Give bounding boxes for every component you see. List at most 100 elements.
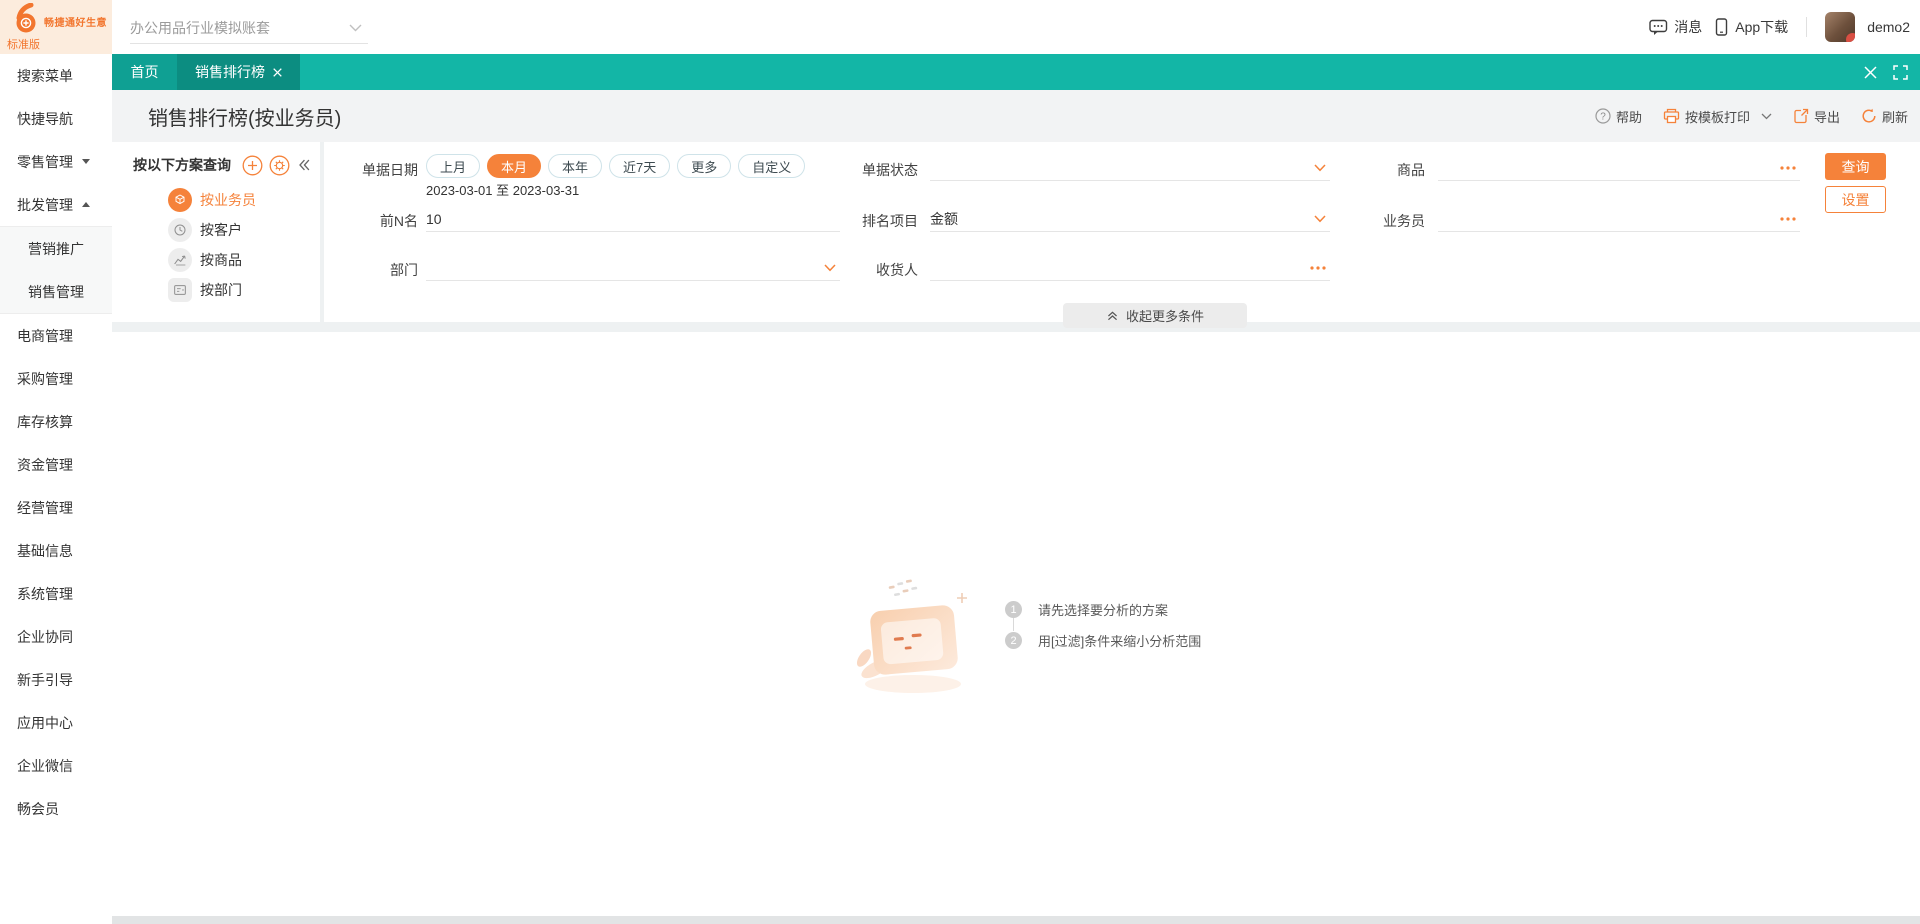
sidebar-item-label: 批发管理 [17, 196, 73, 213]
double-chevron-up-icon [1108, 311, 1117, 320]
department-label: 部门 [390, 262, 418, 278]
sidebar-item-label: 零售管理 [17, 153, 73, 170]
tab-home[interactable]: 首页 [112, 54, 177, 90]
sidebar-item-app-center[interactable]: 应用中心 [0, 701, 112, 744]
date-pill-group: 上月 本月 本年 近7天 更多 自定义 [426, 154, 806, 178]
collapse-more-conditions[interactable]: 收起更多条件 [1063, 303, 1247, 328]
sidebar-item-basic-info[interactable]: 基础信息 [0, 529, 112, 572]
pill-this-year[interactable]: 本年 [548, 154, 603, 178]
refresh-label: 刷新 [1881, 109, 1908, 125]
step-row: 2 用[过滤]条件来缩小分析范围 [1005, 631, 1201, 650]
close-all-icon[interactable] [1864, 65, 1877, 79]
sidebar-item-chang-member[interactable]: 畅会员 [0, 787, 112, 830]
sidebar-item-enterprise-collab[interactable]: 企业协同 [0, 615, 112, 658]
doc-date-label: 单据日期 [362, 162, 418, 178]
tabbar-actions [1864, 54, 1920, 90]
sidebar-item-label: 基础信息 [17, 542, 73, 559]
sidebar-item-beginner-guide[interactable]: 新手引导 [0, 658, 112, 701]
sidebar-item-funds-mgmt[interactable]: 资金管理 [0, 443, 112, 486]
phone-icon [1716, 18, 1728, 36]
sidebar-item-retail-mgmt[interactable]: 零售管理 [0, 140, 112, 183]
sidebar-item-system-mgmt[interactable]: 系统管理 [0, 572, 112, 615]
ellipsis-icon[interactable] [1780, 216, 1796, 221]
step-connector [1013, 617, 1014, 631]
tab-label: 销售排行榜 [195, 64, 265, 80]
export-button[interactable]: 导出 [1793, 107, 1840, 126]
print-label: 按模板打印 [1684, 109, 1750, 125]
print-by-template-button[interactable]: 按模板打印 [1663, 107, 1772, 126]
fullscreen-icon[interactable] [1893, 64, 1908, 80]
query-scheme-panel: 按以下方案查询 按业务员 按客户 按商品 按部门 [112, 142, 320, 322]
help-icon: ? [1595, 108, 1611, 124]
avatar[interactable] [1825, 12, 1856, 42]
help-button[interactable]: ? 帮助 [1595, 107, 1642, 126]
brand-logo[interactable]: 畅捷通好生意 标准版 [0, 0, 112, 54]
titlebar: 销售排行榜(按业务员) ? 帮助 按模板打印 导出 刷新 [112, 90, 1920, 142]
collapse-panel-icon[interactable] [296, 157, 312, 173]
messages-button[interactable]: 消息 [1649, 17, 1702, 37]
chevron-down-icon[interactable] [1314, 214, 1326, 223]
app-root: 畅捷通好生意 标准版 办公用品行业模拟账套 消息 App下载 demo2 搜索菜… [0, 0, 1920, 924]
sidebar-item-purchase-mgmt[interactable]: 采购管理 [0, 357, 112, 400]
query-scheme-title: 按以下方案查询 [133, 157, 231, 173]
sidebar-item-operation-mgmt[interactable]: 经营管理 [0, 486, 112, 529]
salesman-picker[interactable] [1438, 206, 1800, 232]
top-n-input[interactable]: 10 [426, 206, 840, 232]
sidebar-item-ecommerce-mgmt[interactable]: 电商管理 [0, 314, 112, 357]
trend-chart-icon [168, 248, 192, 272]
close-tab-icon[interactable] [273, 67, 282, 77]
doc-status-label: 单据状态 [862, 162, 918, 178]
sidebar-item-label: 搜索菜单 [17, 67, 73, 84]
pill-more[interactable]: 更多 [677, 154, 732, 178]
sidebar-item-quick-nav[interactable]: 快捷导航 [0, 97, 112, 140]
chevron-down-icon [349, 24, 362, 31]
topbar: 畅捷通好生意 标准版 办公用品行业模拟账套 消息 App下载 demo2 [0, 0, 1920, 54]
chevron-down-icon[interactable] [1314, 163, 1326, 172]
sidebar-item-sales-mgmt[interactable]: 销售管理 [0, 270, 112, 313]
sidebar-item-label: 畅会员 [17, 800, 59, 817]
pill-last-7-days[interactable]: 近7天 [609, 154, 671, 178]
pill-this-month[interactable]: 本月 [487, 154, 542, 178]
step-row: 1 请先选择要分析的方案 [1005, 600, 1168, 619]
toolbar: ? 帮助 按模板打印 导出 刷新 [1595, 107, 1908, 126]
tab-sales-ranking[interactable]: 销售排行榜 [177, 54, 300, 90]
scheme-by-customer[interactable]: 按客户 [168, 217, 242, 243]
sidebar-item-search-menu[interactable]: 搜索菜单 [0, 54, 112, 97]
sidebar-item-label: 应用中心 [17, 714, 73, 731]
username[interactable]: demo2 [1867, 19, 1910, 35]
app-download-label: App下载 [1735, 19, 1789, 35]
sidebar-item-label: 资金管理 [17, 456, 73, 473]
pill-custom[interactable]: 自定义 [738, 154, 806, 178]
rank-item-select[interactable]: 金额 [930, 206, 1330, 232]
sidebar-item-inventory-accounting[interactable]: 库存核算 [0, 400, 112, 443]
consignee-picker[interactable] [930, 255, 1330, 281]
chevron-up-icon [82, 202, 90, 207]
product-label: 商品 [1397, 162, 1425, 178]
doc-status-select[interactable] [930, 155, 1330, 181]
query-button[interactable]: 查询 [1825, 153, 1886, 180]
horizontal-scrollbar[interactable] [112, 916, 1920, 924]
sidebar-item-wholesale-mgmt[interactable]: 批发管理 [0, 183, 112, 226]
add-scheme-icon[interactable] [242, 155, 263, 176]
scheme-settings-gear-icon[interactable] [269, 155, 290, 176]
sidebar-item-wechat-work[interactable]: 企业微信 [0, 744, 112, 787]
sidebar-item-marketing-promo[interactable]: 营销推广 [0, 227, 112, 270]
scheme-by-salesman[interactable]: 按业务员 [168, 187, 256, 213]
scheme-by-department[interactable]: 按部门 [168, 277, 242, 303]
department-select[interactable] [426, 255, 840, 281]
refresh-button[interactable]: 刷新 [1861, 107, 1908, 126]
sidebar-item-label: 库存核算 [17, 413, 73, 430]
app-download-button[interactable]: App下载 [1714, 17, 1788, 37]
scheme-label: 按客户 [200, 222, 242, 238]
step-number-badge: 1 [1005, 601, 1022, 618]
ellipsis-icon[interactable] [1310, 265, 1326, 270]
scheme-by-product[interactable]: 按商品 [168, 247, 242, 273]
pill-last-month[interactable]: 上月 [426, 154, 481, 178]
settings-button[interactable]: 设置 [1825, 186, 1886, 213]
sidebar: 搜索菜单 快捷导航 零售管理 批发管理 营销推广 销售管理 电商管理 采购管理 … [0, 54, 112, 924]
brand-edition: 标准版 [7, 39, 40, 51]
ellipsis-icon[interactable] [1780, 165, 1796, 170]
sidebar-item-label: 企业协同 [17, 628, 73, 645]
account-selector[interactable]: 办公用品行业模拟账套 [130, 12, 368, 44]
product-picker[interactable] [1438, 155, 1800, 181]
